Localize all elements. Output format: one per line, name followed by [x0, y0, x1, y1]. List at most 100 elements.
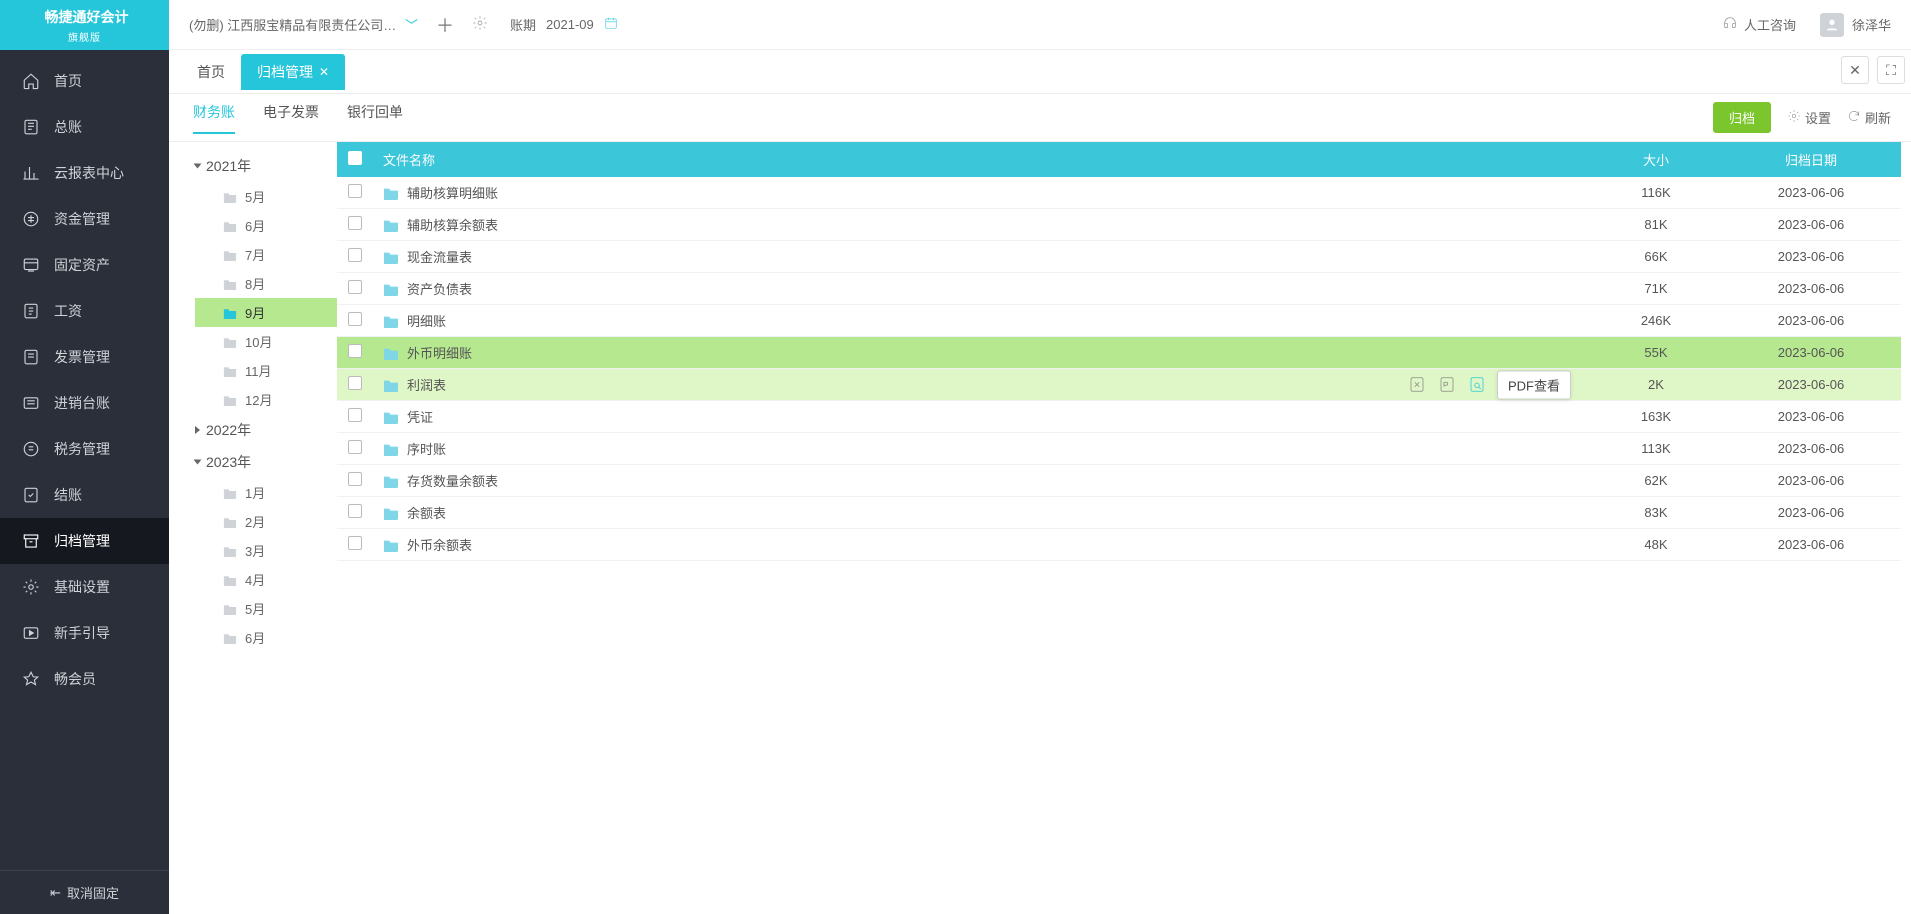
sub-tab-bank[interactable]: 银行回单: [347, 102, 403, 134]
sub-tab-einv[interactable]: 电子发票: [263, 102, 319, 134]
excel-download-icon[interactable]: [1407, 375, 1427, 395]
tree-month[interactable]: 9月: [195, 298, 337, 327]
nav-item-close[interactable]: 结账: [0, 472, 169, 518]
table-row[interactable]: 现金流量表66K2023-06-06: [337, 241, 1901, 273]
tree-month[interactable]: 11月: [195, 356, 337, 385]
expand-icon: [195, 426, 200, 434]
tree-month[interactable]: 3月: [195, 536, 337, 565]
date-cell: 2023-06-06: [1721, 209, 1901, 241]
gear-icon: [1787, 109, 1801, 126]
row-checkbox[interactable]: [348, 376, 362, 390]
tree-month[interactable]: 8月: [195, 269, 337, 298]
table-row[interactable]: 凭证163K2023-06-06: [337, 401, 1901, 433]
tree-month[interactable]: 10月: [195, 327, 337, 356]
row-checkbox[interactable]: [348, 536, 362, 550]
unpin-button[interactable]: ⇤ 取消固定: [0, 870, 169, 914]
table-row[interactable]: 余额表83K2023-06-06: [337, 497, 1901, 529]
archive-button[interactable]: 归档: [1713, 102, 1771, 133]
name-cell: 辅助核算余额表: [373, 209, 1591, 241]
close-icon[interactable]: ✕: [319, 65, 329, 79]
date-cell: 2023-06-06: [1721, 177, 1901, 209]
nav-item-tax[interactable]: 税务管理: [0, 426, 169, 472]
table-row[interactable]: 存货数量余额表62K2023-06-06: [337, 465, 1901, 497]
sub-tab-fin[interactable]: 财务账: [193, 102, 235, 134]
row-checkbox[interactable]: [348, 216, 362, 230]
folder-icon: [223, 632, 237, 644]
tree-month[interactable]: 6月: [195, 211, 337, 240]
table-row[interactable]: 外币明细账55K2023-06-06: [337, 337, 1901, 369]
nav-item-archive[interactable]: 归档管理: [0, 518, 169, 564]
folder-icon: [223, 220, 237, 232]
page-tab-home[interactable]: 首页: [181, 54, 241, 90]
tree-year[interactable]: 2023年: [195, 446, 337, 478]
select-all-checkbox[interactable]: [348, 151, 362, 165]
page-tab-label: 归档管理: [257, 62, 313, 82]
date-cell: 2023-06-06: [1721, 369, 1901, 401]
file-name: 余额表: [407, 503, 446, 522]
page-tab-archive[interactable]: 归档管理 ✕: [241, 54, 345, 90]
add-icon[interactable]: ＋: [436, 12, 454, 38]
checkbox-cell: [337, 337, 373, 369]
nav-item-assets[interactable]: 固定资产: [0, 242, 169, 288]
period-value: 2021-09: [546, 17, 594, 32]
table-row[interactable]: 明细账246K2023-06-06: [337, 305, 1901, 337]
row-checkbox[interactable]: [348, 344, 362, 358]
tree-month[interactable]: 7月: [195, 240, 337, 269]
table-row[interactable]: 利润表PDF查看2K2023-06-06: [337, 369, 1901, 401]
user-menu[interactable]: 徐泽华: [1820, 13, 1891, 37]
row-checkbox[interactable]: [348, 248, 362, 262]
table-row[interactable]: 辅助核算明细账116K2023-06-06: [337, 177, 1901, 209]
table-row[interactable]: 序时账113K2023-06-06: [337, 433, 1901, 465]
settings-button[interactable]: 设置: [1787, 108, 1831, 127]
nav-item-psi[interactable]: 进销台账: [0, 380, 169, 426]
tree-year[interactable]: 2021年: [195, 150, 337, 182]
size-cell: 81K: [1591, 209, 1721, 241]
tree-month[interactable]: 1月: [195, 478, 337, 507]
nav-label: 资金管理: [54, 209, 110, 229]
nav-item-ledger[interactable]: 总账: [0, 104, 169, 150]
tree-month[interactable]: 5月: [195, 594, 337, 623]
folder-icon: [223, 574, 237, 586]
calendar-icon: [604, 16, 618, 33]
name-cell: 辅助核算明细账: [373, 177, 1591, 209]
row-checkbox[interactable]: [348, 408, 362, 422]
row-checkbox[interactable]: [348, 312, 362, 326]
nav-item-reports[interactable]: 云报表中心: [0, 150, 169, 196]
gear-icon[interactable]: [472, 15, 488, 34]
checkbox-cell: [337, 241, 373, 273]
tree-month[interactable]: 2月: [195, 507, 337, 536]
pdf-download-icon[interactable]: [1437, 375, 1457, 395]
nav-item-settings[interactable]: 基础设置: [0, 564, 169, 610]
folder-icon: [223, 191, 237, 203]
row-checkbox[interactable]: [348, 280, 362, 294]
row-checkbox[interactable]: [348, 440, 362, 454]
tree-month[interactable]: 12月: [195, 385, 337, 414]
table-row[interactable]: 外币余额表48K2023-06-06: [337, 529, 1901, 561]
refresh-button[interactable]: 刷新: [1847, 108, 1891, 127]
row-checkbox[interactable]: [348, 504, 362, 518]
unpin-icon: ⇤: [50, 885, 61, 901]
nav-item-guide[interactable]: 新手引导: [0, 610, 169, 656]
row-checkbox[interactable]: [348, 184, 362, 198]
nav-label: 工资: [54, 301, 82, 321]
file-name: 辅助核算余额表: [407, 215, 498, 234]
tree-month[interactable]: 4月: [195, 565, 337, 594]
nav-item-home[interactable]: 首页: [0, 58, 169, 104]
file-name: 存货数量余额表: [407, 471, 498, 490]
nav-item-salary[interactable]: 工资: [0, 288, 169, 334]
row-checkbox[interactable]: [348, 472, 362, 486]
table-row[interactable]: 资产负债表71K2023-06-06: [337, 273, 1901, 305]
company-selector[interactable]: (勿删) 江西服宝精品有限责任公司 (... ﹀: [189, 15, 418, 34]
pdf-view-icon[interactable]: [1467, 375, 1487, 395]
fullscreen-button[interactable]: ⛶: [1877, 56, 1905, 84]
close-tab-button[interactable]: ✕: [1841, 56, 1869, 84]
tree-month[interactable]: 5月: [195, 182, 337, 211]
help-button[interactable]: 人工咨询: [1722, 15, 1796, 34]
nav-item-funds[interactable]: 资金管理: [0, 196, 169, 242]
table-row[interactable]: 辅助核算余额表 81K2023-06-06: [337, 209, 1901, 241]
nav-item-member[interactable]: 畅会员: [0, 656, 169, 702]
tree-year[interactable]: 2022年: [195, 414, 337, 446]
period-selector[interactable]: 账期 2021-09: [510, 15, 618, 34]
nav-item-invoice[interactable]: 发票管理: [0, 334, 169, 380]
tree-month[interactable]: 6月: [195, 623, 337, 652]
